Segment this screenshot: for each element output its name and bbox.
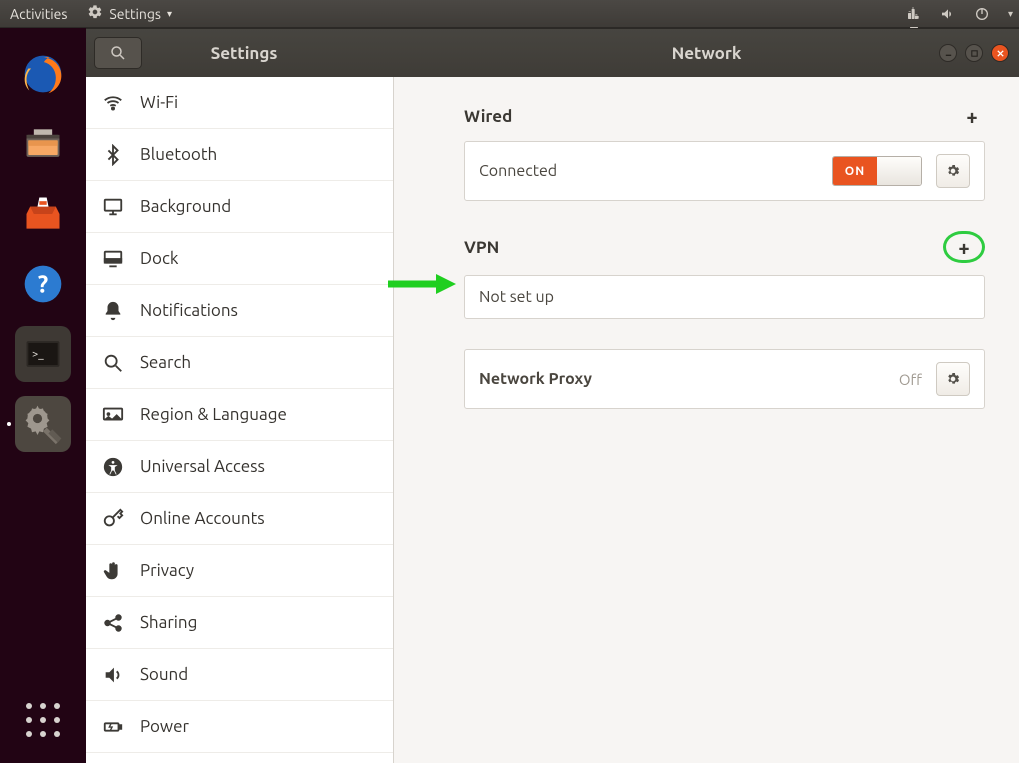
window-titlebar: Settings Network: [86, 29, 1019, 77]
sidebar-item-label: Dock: [140, 249, 178, 268]
battery-icon: [102, 716, 124, 738]
window-close-button[interactable]: [991, 44, 1009, 62]
flag-icon: [102, 404, 124, 426]
tray-caret-icon[interactable]: ▾: [1008, 8, 1013, 20]
key-icon: [102, 508, 124, 530]
network-tray-icon[interactable]: [906, 6, 922, 22]
bell-icon: [102, 300, 124, 322]
proxy-state-text: Off: [899, 371, 922, 388]
sidebar-item-label: Privacy: [140, 561, 194, 580]
wired-settings-button[interactable]: [936, 154, 970, 188]
network-proxy-row[interactable]: Network Proxy Off: [464, 349, 985, 409]
sidebar-item-notifications[interactable]: Notifications: [86, 285, 393, 337]
dock-help-icon[interactable]: ?: [15, 256, 71, 312]
volume-tray-icon[interactable]: [940, 6, 956, 22]
wired-heading: Wired: [464, 107, 512, 126]
gnome-top-panel: Activities Settings ▾ ▾: [0, 0, 1019, 28]
dock-settings-icon: [102, 248, 124, 270]
dock-files-icon[interactable]: [15, 116, 71, 172]
dock-firefox-icon[interactable]: [15, 46, 71, 102]
dock-terminal-icon[interactable]: >_: [15, 326, 71, 382]
panel-title: Network: [672, 44, 742, 63]
window-minimize-button[interactable]: [939, 44, 957, 62]
window-maximize-button[interactable]: [965, 44, 983, 62]
wired-toggle-on-label: ON: [833, 157, 877, 185]
settings-window: Settings Network Wi-Fi Bluetooth B: [86, 28, 1019, 763]
hand-icon: [102, 560, 124, 582]
sidebar-item-sharing[interactable]: Sharing: [86, 597, 393, 649]
monitor-icon: [102, 196, 124, 218]
sidebar-item-label: Online Accounts: [140, 509, 265, 528]
proxy-heading: Network Proxy: [479, 370, 899, 388]
annotation-arrow-icon: [386, 272, 456, 296]
sidebar-item-label: Notifications: [140, 301, 238, 320]
vpn-add-button[interactable]: +: [943, 231, 985, 263]
wired-toggle-knob: [877, 157, 921, 185]
network-panel: Wired + Connected ON VPN + Not set up: [394, 77, 1019, 763]
sidebar-item-background[interactable]: Background: [86, 181, 393, 233]
sidebar-item-label: Search: [140, 353, 191, 372]
activities-label: Activities: [10, 6, 67, 22]
share-icon: [102, 612, 124, 634]
power-tray-icon[interactable]: [974, 6, 990, 22]
proxy-settings-button[interactable]: [936, 362, 970, 396]
sidebar-item-online-accounts[interactable]: Online Accounts: [86, 493, 393, 545]
sidebar-item-dock[interactable]: Dock: [86, 233, 393, 285]
sidebar-item-label: Sharing: [140, 613, 197, 632]
sidebar-item-privacy[interactable]: Privacy: [86, 545, 393, 597]
sidebar-item-label: Region & Language: [140, 405, 287, 424]
sidebar-item-sound[interactable]: Sound: [86, 649, 393, 701]
sidebar-item-label: Power: [140, 717, 189, 736]
vpn-status-text: Not set up: [479, 288, 970, 306]
sidebar-item-access[interactable]: Universal Access: [86, 441, 393, 493]
wifi-icon: [102, 92, 124, 114]
wired-status-text: Connected: [479, 162, 832, 180]
system-tray: ▾: [906, 6, 1013, 22]
sidebar-item-bluetooth[interactable]: Bluetooth: [86, 129, 393, 181]
app-menu-button[interactable]: Settings ▾: [87, 4, 172, 23]
bluetooth-icon: [102, 144, 124, 166]
wired-toggle[interactable]: ON: [832, 156, 922, 186]
launcher-dock: ? >_: [0, 28, 86, 763]
dock-show-apps-icon[interactable]: [26, 703, 60, 737]
settings-sidebar: Wi-Fi Bluetooth Background Dock Notifica…: [86, 77, 394, 763]
app-menu-caret-icon: ▾: [167, 8, 172, 20]
activities-button[interactable]: Activities: [10, 6, 67, 22]
dock-software-icon[interactable]: [15, 186, 71, 242]
sidebar-item-power[interactable]: Power: [86, 701, 393, 753]
svg-text:?: ?: [38, 270, 48, 297]
app-menu-label: Settings: [109, 6, 161, 22]
sidebar-item-search[interactable]: Search: [86, 337, 393, 389]
wired-connection-row: Connected ON: [464, 141, 985, 201]
sidebar-item-label: Sound: [140, 665, 188, 684]
sidebar-item-label: Background: [140, 197, 231, 216]
vpn-row: Not set up: [464, 275, 985, 319]
vpn-heading: VPN: [464, 238, 499, 257]
search-icon: [102, 352, 124, 374]
sidebar-item-label: Bluetooth: [140, 145, 217, 164]
accessibility-icon: [102, 456, 124, 478]
dock-settings-icon[interactable]: [15, 396, 71, 452]
settings-gear-icon: [87, 4, 103, 23]
wired-section-header: Wired +: [464, 103, 985, 129]
vpn-section-header: VPN +: [464, 231, 985, 263]
sidebar-item-label: Universal Access: [140, 457, 265, 476]
sidebar-item-region[interactable]: Region & Language: [86, 389, 393, 441]
wired-add-button[interactable]: +: [959, 103, 985, 129]
sidebar-title: Settings: [142, 44, 394, 63]
sidebar-item-label: Wi-Fi: [140, 93, 178, 112]
settings-search-button[interactable]: [94, 37, 142, 69]
speaker-icon: [102, 664, 124, 686]
svg-text:>_: >_: [32, 349, 44, 361]
sidebar-item-wifi[interactable]: Wi-Fi: [86, 77, 393, 129]
